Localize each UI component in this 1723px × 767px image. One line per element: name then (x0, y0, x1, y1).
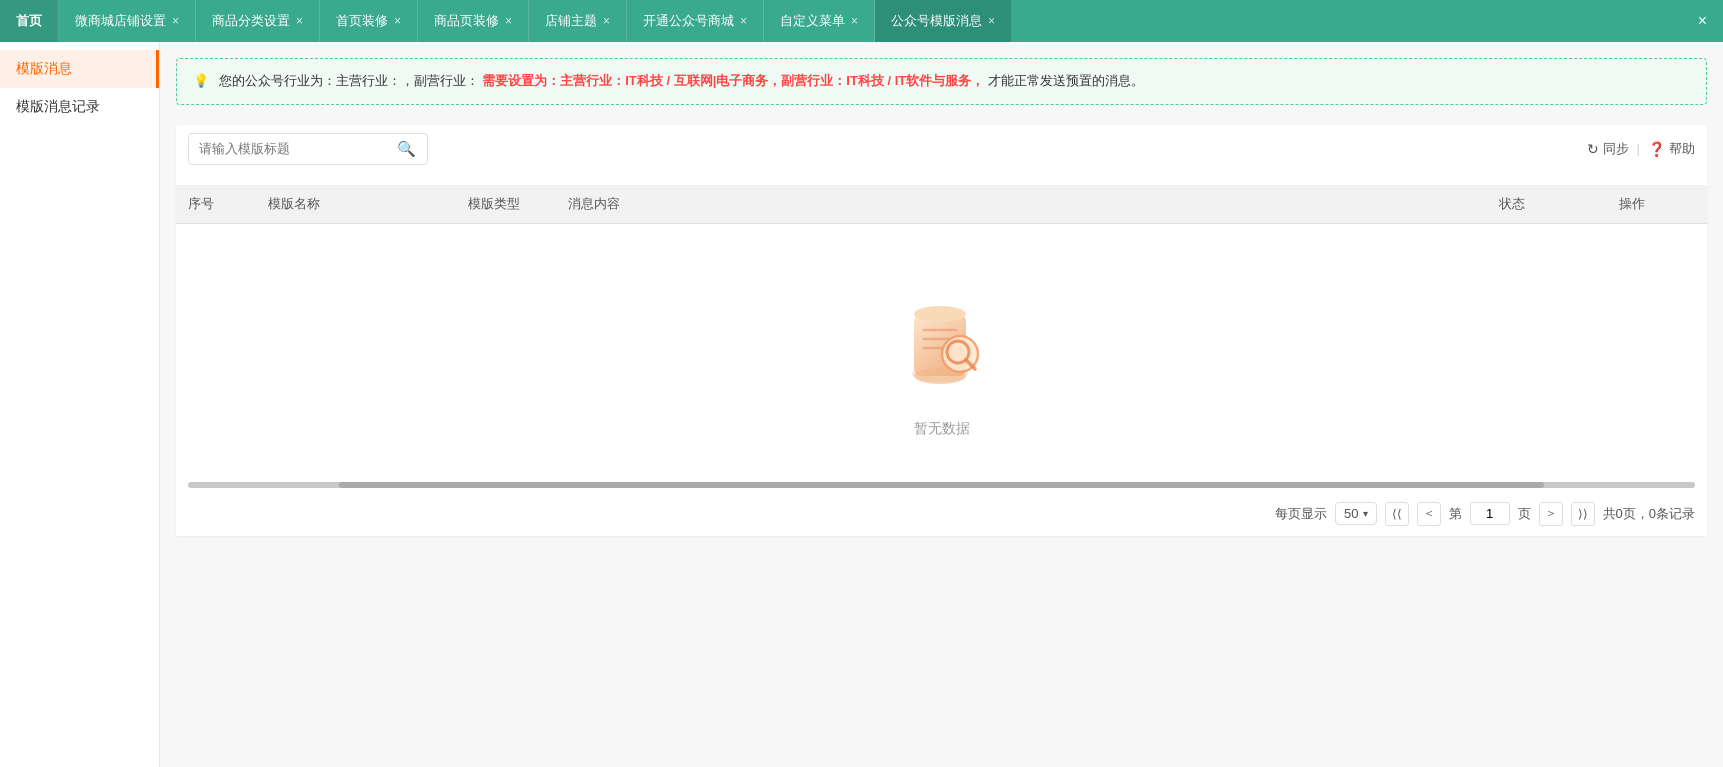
table-header-row: 序号 模版名称 模版类型 消息内容 状态 操作 (176, 185, 1707, 224)
col-action: 操作 (1607, 185, 1707, 224)
pagination-row: 每页显示 50 ▾ ⟨⟨ ＜ 第 页 ＞ ⟩⟩ 共0页，0条记录 (176, 492, 1707, 536)
notice-text-suffix: 才能正常发送预置的消息。 (988, 73, 1144, 88)
close-menu-icon[interactable]: × (851, 14, 858, 28)
col-name: 模版名称 (256, 185, 456, 224)
empty-state: 暂无数据 (176, 224, 1707, 478)
content-area: 💡 您的公众号行业为：主营行业：，副营行业： 需要设置为：主营行业：IT科技 /… (160, 42, 1723, 767)
empty-illustration (882, 284, 1002, 404)
per-page-label: 每页显示 (1275, 505, 1327, 523)
prev-page-button[interactable]: ＜ (1417, 502, 1441, 526)
page-total: 共0页，0条记录 (1603, 505, 1695, 523)
svg-point-3 (914, 306, 966, 322)
close-homepage-icon[interactable]: × (394, 14, 401, 28)
page-unit: 页 (1518, 505, 1531, 523)
col-index: 序号 (176, 185, 256, 224)
search-icon: 🔍 (397, 140, 416, 157)
last-page-button[interactable]: ⟩⟩ (1571, 502, 1595, 526)
sidebar-item-template-msg-log[interactable]: 模版消息记录 (0, 88, 159, 126)
sync-label: 同步 (1603, 140, 1629, 158)
notice-icon: 💡 (193, 73, 209, 88)
tab-theme[interactable]: 店铺主题 × (529, 0, 627, 42)
empty-text: 暂无数据 (176, 420, 1707, 438)
close-mall-icon[interactable]: × (740, 14, 747, 28)
tab-menu-label: 自定义菜单 (780, 12, 845, 30)
close-category-icon[interactable]: × (296, 14, 303, 28)
per-page-chevron-icon: ▾ (1363, 508, 1368, 519)
toolbar-divider: | (1637, 141, 1640, 156)
close-template-msg-icon[interactable]: × (988, 14, 995, 28)
close-product-page-icon[interactable]: × (505, 14, 512, 28)
col-status: 状态 (1487, 185, 1607, 224)
tab-weishangcheng[interactable]: 微商城店铺设置 × (59, 0, 196, 42)
scrollbar-row[interactable] (176, 478, 1707, 492)
tab-homepage[interactable]: 首页装修 × (320, 0, 418, 42)
tab-product-page-label: 商品页装修 (434, 12, 499, 30)
help-label: 帮助 (1669, 140, 1695, 158)
close-all-button[interactable]: × (1682, 12, 1723, 30)
notice-banner: 💡 您的公众号行业为：主营行业：，副营行业： 需要设置为：主营行业：IT科技 /… (176, 58, 1707, 105)
next-page-button[interactable]: ＞ (1539, 502, 1563, 526)
tab-template-msg-label: 公众号模版消息 (891, 12, 982, 30)
scrollbar-track[interactable] (188, 482, 1695, 488)
close-weishangcheng-icon[interactable]: × (172, 14, 179, 28)
scrollbar-thumb[interactable] (339, 482, 1545, 488)
notice-highlight: 需要设置为：主营行业：IT科技 / 互联网|电子商务，副营行业：IT科技 / I… (482, 73, 984, 88)
first-page-button[interactable]: ⟨⟨ (1385, 502, 1409, 526)
page-number-input[interactable] (1470, 502, 1510, 525)
toolbar-right: ↻ 同步 | ❓ 帮助 (1587, 140, 1695, 158)
search-input-wrap: 🔍 (188, 133, 428, 165)
col-type: 模版类型 (456, 185, 556, 224)
tab-product-page[interactable]: 商品页装修 × (418, 0, 529, 42)
tab-weishangcheng-label: 微商城店铺设置 (75, 12, 166, 30)
per-page-value: 50 (1344, 506, 1358, 521)
data-table: 序号 模版名称 模版类型 消息内容 状态 操作 (176, 185, 1707, 478)
tab-menu[interactable]: 自定义菜单 × (764, 0, 875, 42)
close-theme-icon[interactable]: × (603, 14, 610, 28)
sync-button[interactable]: ↻ 同步 (1587, 140, 1629, 158)
tab-category[interactable]: 商品分类设置 × (196, 0, 320, 42)
tab-template-msg[interactable]: 公众号模版消息 × (875, 0, 1012, 42)
tab-mall[interactable]: 开通公众号商城 × (627, 0, 764, 42)
help-icon: ❓ (1648, 141, 1665, 157)
sync-icon: ↻ (1587, 141, 1599, 157)
tab-homepage-label: 首页装修 (336, 12, 388, 30)
search-input[interactable] (189, 135, 389, 162)
search-row: 🔍 ↻ 同步 | ❓ 帮助 (176, 125, 1707, 173)
tab-home-label: 首页 (16, 12, 42, 30)
search-button[interactable]: 🔍 (389, 134, 424, 164)
per-page-select[interactable]: 50 ▾ (1335, 502, 1376, 525)
help-button[interactable]: ❓ 帮助 (1648, 140, 1695, 158)
tab-theme-label: 店铺主题 (545, 12, 597, 30)
page-label: 第 (1449, 505, 1462, 523)
col-content: 消息内容 (556, 185, 1487, 224)
tab-home[interactable]: 首页 (0, 0, 59, 42)
main-layout: 模版消息 模版消息记录 💡 您的公众号行业为：主营行业：，副营行业： 需要设置为… (0, 42, 1723, 767)
sidebar: 模版消息 模版消息记录 (0, 42, 160, 767)
notice-text-prefix: 您的公众号行业为：主营行业：，副营行业： (219, 73, 479, 88)
sidebar-item-template-msg[interactable]: 模版消息 (0, 50, 159, 88)
tab-mall-label: 开通公众号商城 (643, 12, 734, 30)
tab-category-label: 商品分类设置 (212, 12, 290, 30)
top-nav: 首页 微商城店铺设置 × 商品分类设置 × 首页装修 × 商品页装修 × 店铺主… (0, 0, 1723, 42)
